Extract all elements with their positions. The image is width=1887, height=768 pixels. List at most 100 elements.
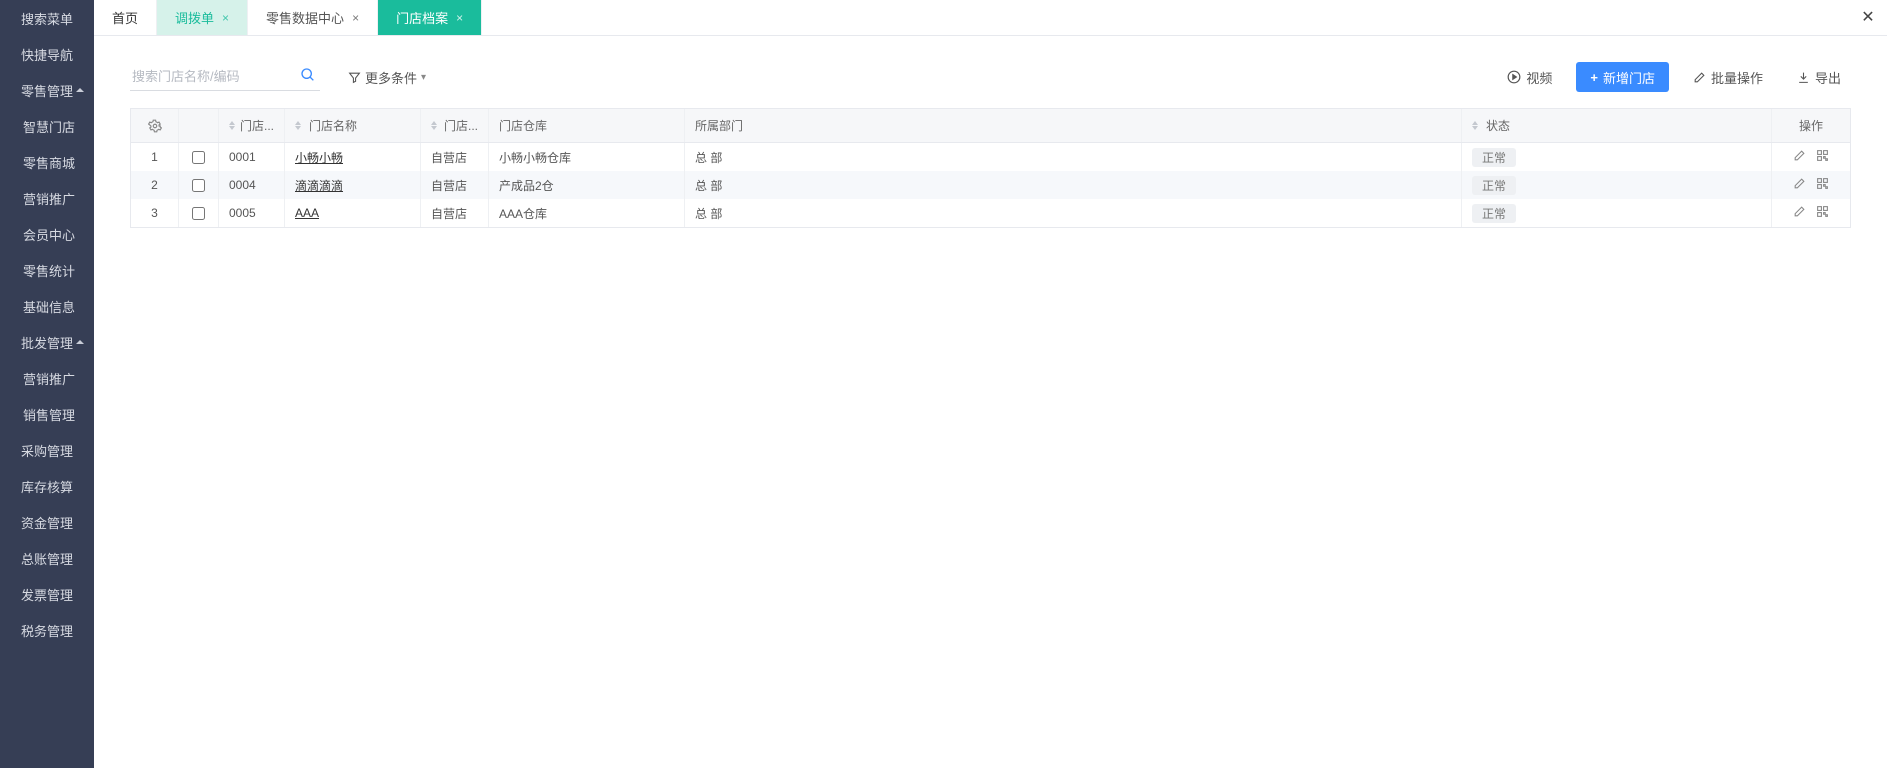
tab-home[interactable]: 首页 — [94, 0, 157, 35]
row-checkbox[interactable] — [192, 179, 205, 192]
header-label: 门店... — [444, 117, 478, 134]
cell-code: 0005 — [219, 199, 285, 227]
sidebar-item-label: 总账管理 — [21, 549, 73, 568]
sidebar-item-wholesale-mgmt[interactable]: 批发管理 — [0, 324, 94, 360]
funnel-icon — [348, 71, 365, 84]
play-icon — [1507, 70, 1526, 84]
sidebar-item-label: 快捷导航 — [21, 45, 73, 64]
sidebar-item-search-menu[interactable]: 搜索菜单 — [0, 0, 94, 36]
tab-transfer-order[interactable]: 调拨单× — [157, 0, 248, 35]
cell-code: 0001 — [219, 143, 285, 171]
sidebar-item-invoice-mgmt[interactable]: 发票管理 — [0, 576, 94, 612]
sidebar-item-member-center[interactable]: 会员中心 — [0, 216, 94, 252]
cell-type: 自营店 — [421, 171, 489, 199]
close-icon[interactable]: × — [222, 11, 229, 25]
store-name-link[interactable]: 小畅小畅 — [295, 149, 343, 166]
header-checkbox — [179, 109, 219, 142]
row-checkbox[interactable] — [192, 151, 205, 164]
store-name-link[interactable]: AAA — [295, 206, 319, 220]
cell-warehouse: 小畅小畅仓库 — [489, 143, 685, 171]
sidebar-item-basic-info[interactable]: 基础信息 — [0, 288, 94, 324]
cell-ops — [1772, 171, 1850, 199]
batch-button[interactable]: 批量操作 — [1683, 62, 1773, 92]
new-store-button[interactable]: + 新增门店 — [1576, 62, 1669, 92]
store-name-link[interactable]: 滴滴滴滴 — [295, 177, 343, 194]
sidebar-item-inventory[interactable]: 库存核算 — [0, 468, 94, 504]
header-settings[interactable] — [131, 109, 179, 142]
sidebar-item-sales-mgmt[interactable]: 销售管理 — [0, 396, 94, 432]
sidebar-item-quick-nav[interactable]: 快捷导航 — [0, 36, 94, 72]
tab-retail-data-center[interactable]: 零售数据中心 × — [248, 0, 378, 35]
header-label: 状态 — [1486, 117, 1510, 134]
tabstrip: 首页 调拨单× 零售数据中心 × 门店档案× ✕ — [94, 0, 1887, 36]
store-table: 门店... 门店名称 门店... 门店仓库 所属部门 状态 操作 10001小畅… — [130, 108, 1851, 228]
cell-warehouse: AAA仓库 — [489, 199, 685, 227]
cell-warehouse: 产成品2仓 — [489, 171, 685, 199]
sidebar-item-funds-mgmt[interactable]: 资金管理 — [0, 504, 94, 540]
cell-index: 2 — [131, 171, 179, 199]
header-ops: 操作 — [1772, 109, 1850, 142]
row-edit-icon[interactable] — [1793, 177, 1806, 193]
main: 首页 调拨单× 零售数据中心 × 门店档案× ✕ 更多条件 ▾ — [94, 0, 1887, 768]
batch-label: 批量操作 — [1711, 68, 1763, 87]
sidebar-item-label: 营销推广 — [23, 369, 75, 388]
table-header: 门店... 门店名称 门店... 门店仓库 所属部门 状态 操作 — [131, 109, 1850, 143]
header-type[interactable]: 门店... — [421, 109, 489, 142]
cell-dept: 总 部 — [685, 199, 1462, 227]
status-badge: 正常 — [1472, 176, 1516, 195]
cell-checkbox — [179, 143, 219, 171]
row-qr-icon[interactable] — [1816, 149, 1829, 165]
sidebar-item-label: 库存核算 — [21, 477, 73, 496]
sidebar-item-label: 采购管理 — [21, 441, 73, 460]
sidebar-item-retail-mall[interactable]: 零售商城 — [0, 144, 94, 180]
search-input[interactable] — [130, 63, 320, 91]
export-button[interactable]: 导出 — [1787, 62, 1851, 92]
row-edit-icon[interactable] — [1793, 149, 1806, 165]
row-edit-icon[interactable] — [1793, 205, 1806, 221]
sort-icon — [1472, 119, 1482, 133]
row-qr-icon[interactable] — [1816, 205, 1829, 221]
search-icon[interactable] — [300, 67, 318, 85]
tab-label: 零售数据中心 — [266, 8, 344, 27]
cell-checkbox — [179, 199, 219, 227]
table-row: 20004滴滴滴滴自营店产成品2仓总 部正常 — [131, 171, 1850, 199]
sidebar-item-retail-stats[interactable]: 零售统计 — [0, 252, 94, 288]
more-conditions-button[interactable]: 更多条件 ▾ — [348, 68, 426, 87]
row-checkbox[interactable] — [192, 207, 205, 220]
new-store-label: 新增门店 — [1603, 68, 1655, 87]
gear-icon — [148, 119, 162, 133]
tabs-close-all-icon[interactable]: ✕ — [1859, 8, 1877, 26]
sidebar-item-purchase-mgmt[interactable]: 采购管理 — [0, 432, 94, 468]
row-qr-icon[interactable] — [1816, 177, 1829, 193]
header-warehouse: 门店仓库 — [489, 109, 685, 142]
sidebar-item-label: 零售统计 — [23, 261, 75, 280]
close-icon[interactable]: × — [352, 11, 359, 25]
sidebar-item-smart-store[interactable]: 智慧门店 — [0, 108, 94, 144]
cell-dept: 总 部 — [685, 171, 1462, 199]
header-dept: 所属部门 — [685, 109, 1462, 142]
header-status[interactable]: 状态 — [1462, 109, 1772, 142]
more-conditions-label: 更多条件 — [365, 68, 417, 87]
sidebar-item-label: 零售管理 — [21, 81, 73, 100]
caret-up-icon — [76, 340, 84, 344]
sidebar-item-retail-mgmt[interactable]: 零售管理 — [0, 72, 94, 108]
cell-name: 小畅小畅 — [285, 143, 421, 171]
video-button[interactable]: 视频 — [1497, 62, 1562, 92]
sidebar-item-marketing-1[interactable]: 营销推广 — [0, 180, 94, 216]
edit-icon — [1693, 71, 1711, 84]
table-body: 10001小畅小畅自营店小畅小畅仓库总 部正常20004滴滴滴滴自营店产成品2仓… — [131, 143, 1850, 227]
toolbar: 更多条件 ▾ 视频 + 新增门店 批量操作 — [130, 62, 1851, 92]
header-label: 操作 — [1799, 117, 1823, 134]
sidebar-item-ledger-mgmt[interactable]: 总账管理 — [0, 540, 94, 576]
cell-index: 3 — [131, 199, 179, 227]
sidebar-item-tax-mgmt[interactable]: 税务管理 — [0, 612, 94, 648]
sidebar-item-marketing-2[interactable]: 营销推广 — [0, 360, 94, 396]
header-name[interactable]: 门店名称 — [285, 109, 421, 142]
tab-store-archive[interactable]: 门店档案× — [378, 0, 482, 35]
export-icon — [1797, 71, 1815, 84]
close-icon[interactable]: × — [456, 11, 463, 25]
header-code[interactable]: 门店... — [219, 109, 285, 142]
chevron-down-icon: ▾ — [421, 72, 426, 83]
cell-status: 正常 — [1462, 199, 1772, 227]
sidebar-item-label: 销售管理 — [23, 405, 75, 424]
